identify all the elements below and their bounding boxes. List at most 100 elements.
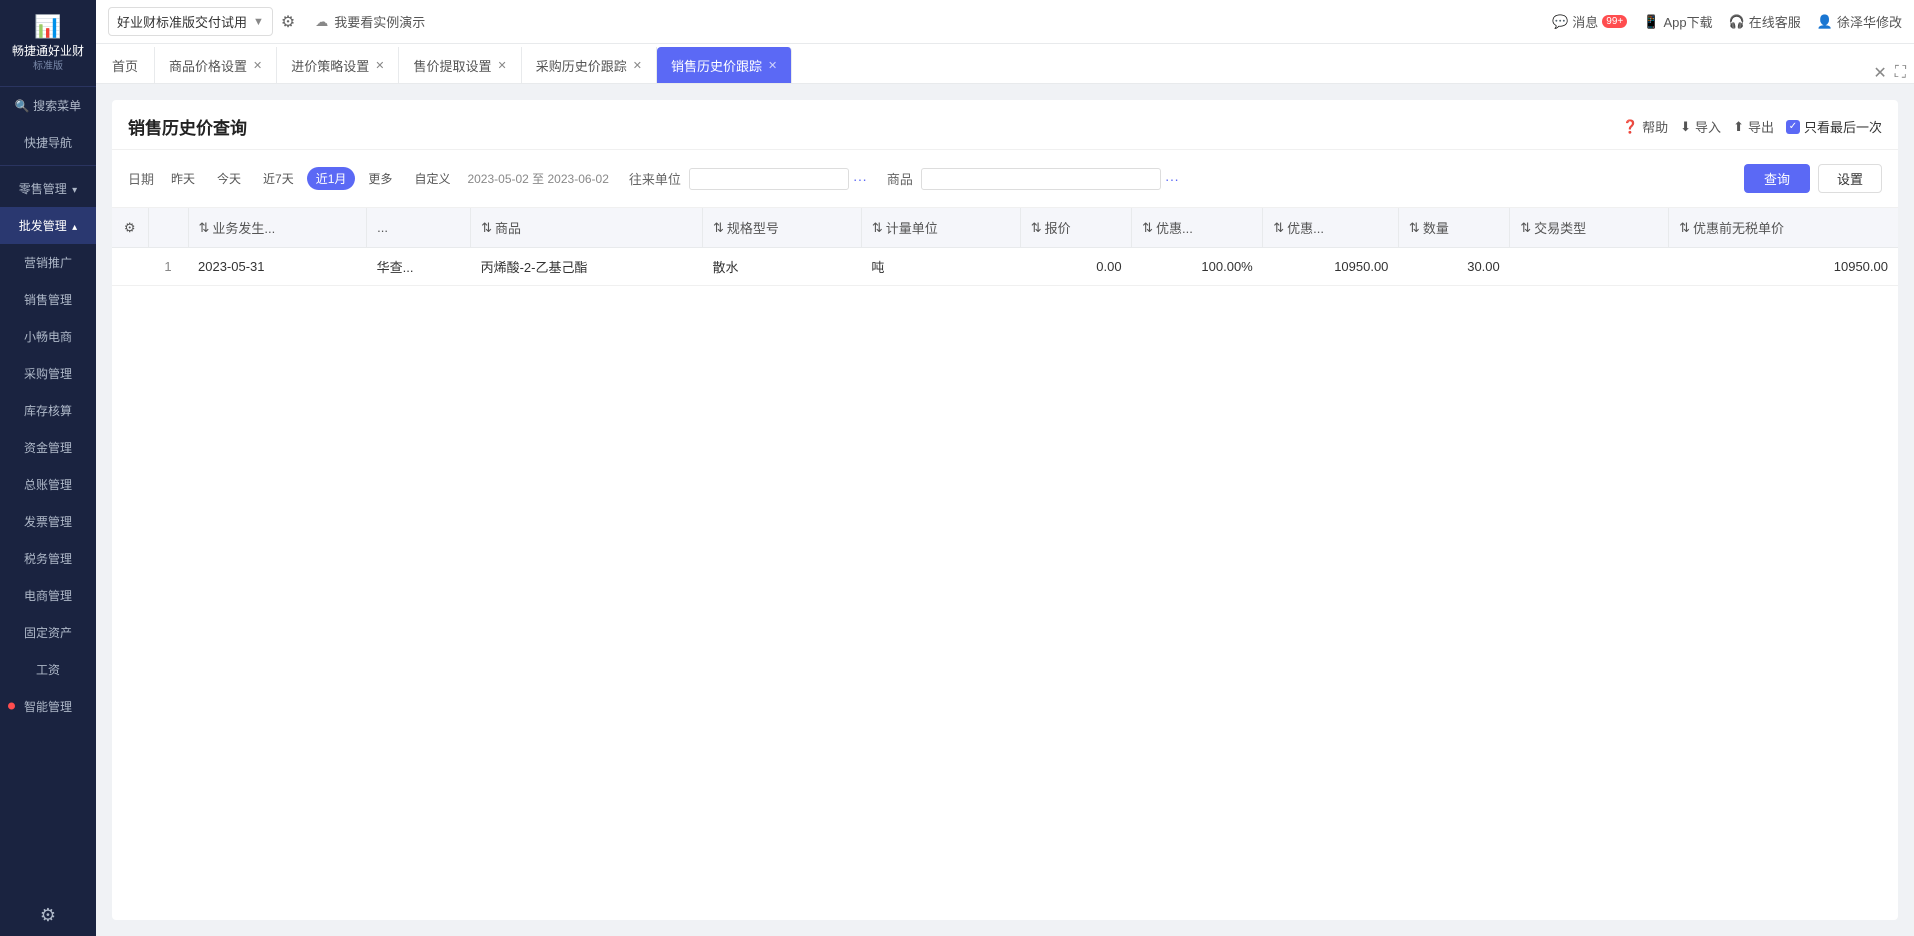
data-table: ⚙ ⇅业务发生... ... ⇅商品 [112,208,1898,286]
date-btn-yesterday[interactable]: 昨天 [162,167,204,190]
logo-sub: 标准版 [8,60,88,74]
td-qty: 30.00 [1398,248,1509,286]
sidebar-item-inventory[interactable]: 库存核算 [0,392,96,429]
th-discount2[interactable]: ⇅优惠... [1263,208,1399,248]
cloud-icon: ☁ [315,14,328,30]
tab-product-price[interactable]: 商品价格设置 ✕ [155,47,277,83]
sidebar-item-assets[interactable]: 固定资产 [0,614,96,651]
source-unit-input[interactable] [689,168,849,190]
gear-icon: ⚙ [124,220,136,235]
tab-purchase-history[interactable]: 采购历史价跟踪 ✕ [522,47,657,83]
topbar-right: 💬 消息 99+ 📱 App下载 🎧 在线客服 👤 徐泽华修改 [1552,12,1902,31]
tab-purchase-strategy[interactable]: 进价策略设置 ✕ [277,47,399,83]
tab-maximize-icon[interactable]: ⛶ [1895,64,1906,82]
td-spec: 散水 [703,248,862,286]
source-unit-input-group: ··· [689,168,867,190]
date-btn-7days[interactable]: 近7天 [254,167,303,190]
sidebar-item-funds[interactable]: 资金管理 [0,429,96,466]
sidebar-item-shortcut[interactable]: 快捷导航 [0,124,96,161]
product-more-btn[interactable]: ··· [1165,171,1179,187]
sales-label: 销售管理 [24,293,72,307]
logo-icon: 📊 [8,12,88,43]
sidebar-item-ecom[interactable]: 电商管理 [0,577,96,614]
tab-close-icon2[interactable]: ✕ [375,59,384,72]
sidebar-search[interactable]: 🔍 搜索菜单 [0,87,96,124]
topbar-settings-icon[interactable]: ⚙ [281,12,295,32]
td-discount1: 100.00% [1132,248,1263,286]
assets-label: 固定资产 [24,626,72,640]
checkbox-checked-icon: ✓ [1786,120,1800,134]
sidebar-item-ledger[interactable]: 总账管理 [0,466,96,503]
th-product[interactable]: ⇅商品 [471,208,703,248]
date-btn-today[interactable]: 今天 [208,167,250,190]
msg-icon: 💬 [1552,14,1568,30]
sidebar-logo: 📊 畅捷通好业财 标准版 [0,0,96,87]
th-unit[interactable]: ⇅计量单位 [861,208,1020,248]
th-price[interactable]: ⇅报价 [1020,208,1131,248]
th-discount1[interactable]: ⇅优惠... [1132,208,1263,248]
sidebar-item-sales[interactable]: 销售管理 [0,281,96,318]
date-btn-more[interactable]: 更多 [359,167,401,190]
date-btn-1month[interactable]: 近1月 [307,167,356,190]
source-unit-more-btn[interactable]: ··· [853,171,867,187]
query-button[interactable]: 查询 [1744,164,1810,193]
product-input[interactable] [921,168,1161,190]
th-spec[interactable]: ⇅规格型号 [703,208,862,248]
content: 销售历史价查询 ❓ 帮助 ⬇ 导入 ⬆ 导出 ✓ [96,84,1914,936]
tab-close-window-icon[interactable]: ✕ [1873,63,1886,83]
sidebar-item-ai[interactable]: 智能管理 [0,688,96,725]
demo-label: 我要看实例演示 [334,12,425,31]
user-icon: 👤 [1817,14,1833,30]
tab-home[interactable]: 首页 [96,47,155,83]
tab-close-icon3[interactable]: ✕ [498,59,507,72]
user-name: 徐泽华修改 [1837,12,1902,31]
sidebar-item-salary[interactable]: 工资 [0,651,96,688]
date-btn-custom[interactable]: 自定义 [405,167,459,190]
topbar-demo[interactable]: ☁ 我要看实例演示 [315,12,425,31]
msg-badge: 99+ [1602,15,1627,28]
sidebar-item-ecom-small[interactable]: 小畅电商 [0,318,96,355]
filter-area: 日期 昨天 今天 近7天 近1月 更多 自定义 2023-05-02 至 202… [112,150,1898,208]
only-last-checkbox[interactable]: ✓ 只看最后一次 [1786,117,1882,136]
th-trade-type[interactable]: ⇅交易类型 [1510,208,1669,248]
th-price-sort-icon: ⇅ [1031,220,1042,236]
table-row: 1 2023-05-31 华查... 丙烯酸-2-乙基己酯 散水 吨 0.00 … [112,248,1898,286]
import-link[interactable]: ⬇ 导入 [1680,117,1721,136]
th-biz-date[interactable]: ⇅业务发生... [188,208,367,248]
sidebar-item-retail[interactable]: 零售管理 ▾ [0,170,96,207]
salary-label: 工资 [36,663,60,677]
phone-icon: 📱 [1643,14,1659,30]
tab-close-icon5[interactable]: ✕ [768,59,777,72]
ai-label: 智能管理 [24,700,72,714]
sidebar-bottom-settings[interactable]: ⚙ [0,895,96,936]
sidebar-item-marketing[interactable]: 营销推广 [0,244,96,281]
td-unit: 吨 [861,248,1020,286]
headset-icon: 🎧 [1729,14,1745,30]
topbar-online-service[interactable]: 🎧 在线客服 [1729,12,1801,31]
help-link[interactable]: ❓ 帮助 [1622,117,1668,136]
topbar-user[interactable]: 👤 徐泽华修改 [1817,12,1902,31]
tab-sales-history[interactable]: 销售历史价跟踪 ✕ [657,47,792,83]
tabbar-right-controls: ✕ ⛶ [1865,63,1914,83]
th-qty[interactable]: ⇅数量 [1398,208,1509,248]
tabbar: 首页 商品价格设置 ✕ 进价策略设置 ✕ 售价提取设置 ✕ 采购历史价跟踪 ✕ … [96,44,1914,84]
th-pretax-price[interactable]: ⇅优惠前无税单价 [1669,208,1898,248]
topbar-msg[interactable]: 💬 消息 99+ [1552,12,1627,31]
tab-close-icon4[interactable]: ✕ [633,59,642,72]
page-header: 销售历史价查询 ❓ 帮助 ⬇ 导入 ⬆ 导出 ✓ [112,100,1898,150]
th-more[interactable]: ... [367,208,471,248]
sidebar-item-purchase[interactable]: 采购管理 [0,355,96,392]
sidebar-item-tax[interactable]: 税务管理 [0,540,96,577]
topbar-app-download[interactable]: 📱 App下载 [1643,12,1712,31]
th-settings[interactable]: ⚙ [112,208,148,248]
sidebar-item-wholesale[interactable]: 批发管理 ▴ [0,207,96,244]
tab-close-icon[interactable]: ✕ [253,59,262,72]
export-link[interactable]: ⬆ 导出 [1733,117,1774,136]
tab-price-extract[interactable]: 售价提取设置 ✕ [399,47,521,83]
search-label: 搜索菜单 [33,99,81,113]
app-selector-label: 好业财标准版交付试用 [117,12,247,31]
app-selector[interactable]: 好业财标准版交付试用 ▼ [108,7,273,36]
settings-button[interactable]: 设置 [1818,164,1882,193]
sidebar-item-invoice[interactable]: 发票管理 [0,503,96,540]
page-title: 销售历史价查询 [128,114,247,139]
